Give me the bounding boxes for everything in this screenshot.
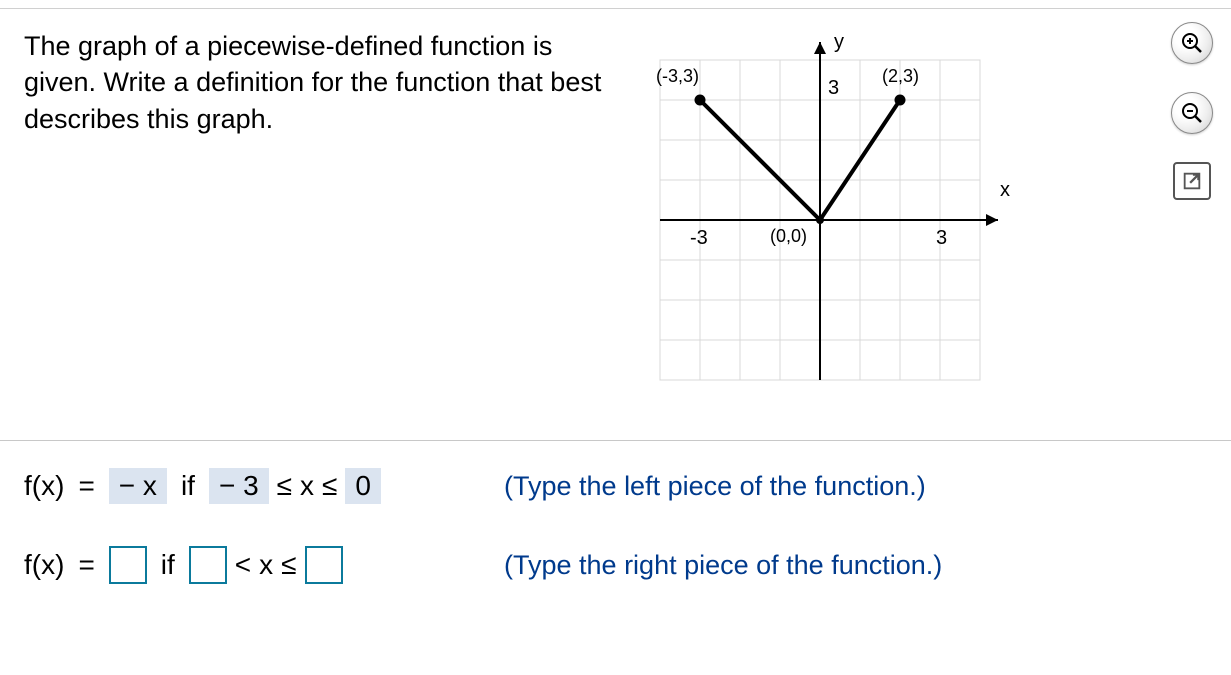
row2-op2: ≤ — [281, 549, 296, 581]
equation-row-2: f(x) = if < x ≤ (Type the right piece of… — [24, 546, 1204, 584]
tool-panel — [1171, 22, 1213, 200]
row1-expr-input[interactable]: − x — [109, 468, 167, 504]
zoom-out-icon — [1180, 101, 1204, 125]
graph-figure: y x -3 3 3 (-3,3) (2,3) (0,0) — [620, 20, 1020, 400]
row1-var: x — [300, 470, 314, 502]
row2-eq: = — [78, 549, 94, 581]
zoom-in-button[interactable] — [1171, 22, 1213, 64]
point-label-23: (2,3) — [882, 66, 919, 86]
row2-op1: < — [235, 549, 251, 581]
row2-hint: (Type the right piece of the function.) — [504, 550, 942, 581]
point-label-neg33: (-3,3) — [656, 66, 699, 86]
row2-if: if — [161, 549, 175, 581]
popout-button[interactable] — [1173, 162, 1211, 200]
question-text: The graph of a piecewise-defined functio… — [24, 28, 604, 137]
row1-op2: ≤ — [322, 470, 337, 502]
row2-lhs: f(x) = if < x ≤ — [24, 546, 504, 584]
section-divider — [0, 440, 1231, 441]
zoom-out-button[interactable] — [1171, 92, 1213, 134]
row2-var: x — [259, 549, 273, 581]
equation-row-1: f(x) = − x if − 3 ≤ x ≤ 0 (Type the left… — [24, 468, 1204, 504]
row2-fx: f(x) — [24, 549, 64, 581]
popout-icon — [1181, 170, 1203, 192]
row2-expr-input[interactable] — [109, 546, 147, 584]
zoom-in-icon — [1180, 31, 1204, 55]
row1-fx: f(x) — [24, 470, 64, 502]
row1-eq: = — [78, 470, 94, 502]
y-axis-label: y — [834, 31, 844, 53]
y-tick-3: 3 — [828, 77, 839, 99]
answer-area: f(x) = − x if − 3 ≤ x ≤ 0 (Type the left… — [24, 468, 1204, 626]
row2-lower-input[interactable] — [189, 546, 227, 584]
row1-lhs: f(x) = − x if − 3 ≤ x ≤ 0 — [24, 468, 504, 504]
row2-upper-input[interactable] — [305, 546, 343, 584]
top-divider — [0, 8, 1231, 9]
row1-if: if — [181, 470, 195, 502]
row1-upper-input[interactable]: 0 — [345, 468, 381, 504]
x-tick-neg3: -3 — [690, 227, 708, 249]
function-plot — [695, 95, 906, 225]
row1-op1: ≤ — [277, 470, 292, 502]
point-label-00: (0,0) — [770, 226, 807, 246]
row1-hint: (Type the left piece of the function.) — [504, 471, 926, 502]
x-tick-3: 3 — [936, 227, 947, 249]
problem-container: The graph of a piecewise-defined functio… — [0, 0, 1231, 675]
x-axis-label: x — [1000, 179, 1010, 201]
graph-svg: y x -3 3 3 (-3,3) (2,3) (0,0) — [620, 20, 1020, 400]
row1-lower-input[interactable]: − 3 — [209, 468, 269, 504]
